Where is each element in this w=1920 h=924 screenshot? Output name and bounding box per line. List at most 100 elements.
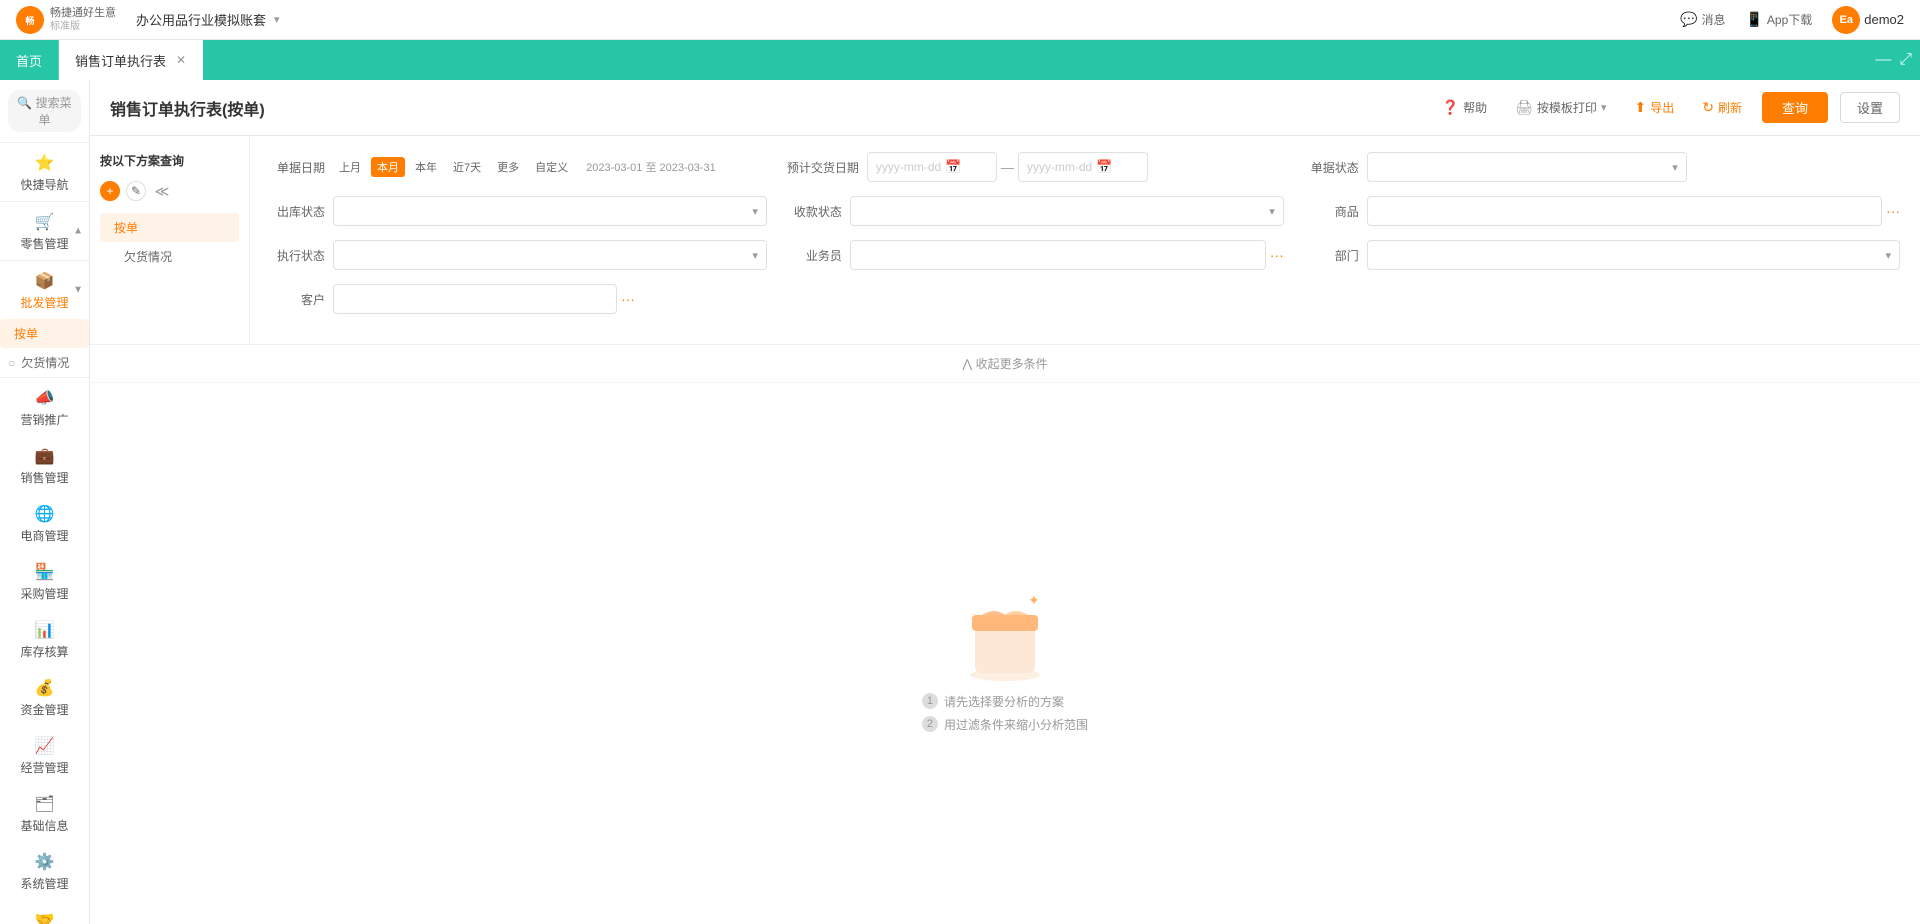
sidebar-item-label: 电商管理 bbox=[20, 527, 68, 544]
delivery-date-to[interactable]: yyyy-mm-dd 📅 bbox=[1018, 152, 1148, 182]
sidebar-item-operations[interactable]: 📈 经营管理 bbox=[0, 726, 89, 784]
filter-field-status: 单据状态 ▾ bbox=[1304, 152, 1900, 182]
salesperson-more-icon[interactable]: ··· bbox=[1270, 247, 1284, 263]
search-input[interactable]: 🔍 搜索菜单 bbox=[8, 90, 81, 132]
page-actions: ❓ 帮助 🖨 按模板打印 ▾ ⬆ 导出 ↻ 刷新 查询 设置 bbox=[1434, 92, 1900, 123]
department-control: ▾ bbox=[1367, 240, 1900, 270]
date-tab-current-year[interactable]: 本年 bbox=[409, 157, 443, 177]
sub-item-label: 欠货情况 bbox=[21, 354, 69, 371]
sidebar-item-finance[interactable]: 💰 资金管理 bbox=[0, 668, 89, 726]
sidebar-item-marketing[interactable]: 📣 营销推广 bbox=[0, 378, 89, 436]
sidebar-item-system[interactable]: ⚙️ 系统管理 bbox=[0, 842, 89, 900]
collapse-chevron-icon: ⋀ bbox=[962, 357, 972, 371]
header-dropdown-icon[interactable]: ▾ bbox=[274, 13, 280, 26]
avatar: Ea bbox=[1832, 6, 1860, 34]
export-button[interactable]: ⬆ 导出 bbox=[1626, 95, 1682, 120]
sidebar-item-inventory[interactable]: 📊 库存核算 bbox=[0, 610, 89, 668]
sub-menu-debt[interactable]: ○ 欠货情况 bbox=[0, 348, 89, 377]
sidebar-item-wholesale[interactable]: 📦 批发管理 ▼ bbox=[0, 261, 89, 319]
date-range-display: 2023-03-01 至 2023-03-31 bbox=[586, 159, 716, 175]
calendar-from-icon: 📅 bbox=[945, 159, 961, 175]
sidebar-item-basic[interactable]: 🗂 基础信息 bbox=[0, 784, 89, 842]
scheme-debt[interactable]: 欠货情况 bbox=[100, 242, 239, 271]
sidebar-item-sales[interactable]: 💼 销售管理 bbox=[0, 436, 89, 494]
order-status-select[interactable]: ▾ bbox=[1367, 152, 1687, 182]
sidebar-item-enterprise[interactable]: 🤝 企业协同 bbox=[0, 900, 89, 924]
department-select[interactable]: ▾ bbox=[1367, 240, 1900, 270]
refresh-button[interactable]: ↻ 刷新 bbox=[1694, 95, 1750, 120]
customer-more-icon[interactable]: ··· bbox=[621, 291, 635, 307]
sales-icon: 💼 bbox=[35, 446, 55, 466]
sidebar-item-ecommerce[interactable]: 🌐 电商管理 bbox=[0, 494, 89, 552]
sidebar-item-label: 批发管理 bbox=[20, 294, 68, 311]
date-filter: 上月 本月 本年 近7天 更多 自定义 2023-03-01 至 2023-03… bbox=[333, 157, 716, 177]
sidebar-item-purchase[interactable]: 🏪 采购管理 bbox=[0, 552, 89, 610]
goods-input[interactable] bbox=[1367, 196, 1882, 226]
delivery-date-from[interactable]: yyyy-mm-dd 📅 bbox=[867, 152, 997, 182]
finance-icon: 💰 bbox=[35, 678, 55, 698]
app-download-button[interactable]: 📱 App下载 bbox=[1745, 11, 1812, 28]
empty-illustration: ✦ · · bbox=[950, 575, 1060, 685]
sidebar-item-retail[interactable]: 🛒 零售管理 ▲ bbox=[0, 202, 89, 260]
customer-control: ··· bbox=[333, 284, 635, 314]
sidebar-item-label: 库存核算 bbox=[20, 643, 68, 660]
date-tab-custom[interactable]: 自定义 bbox=[529, 157, 574, 177]
sidebar-item-quick-nav[interactable]: ⭐ 快捷导航 bbox=[0, 143, 89, 201]
empty-hints: 1 请先选择要分析的方案 2 用过滤条件来缩小分析范围 bbox=[922, 693, 1088, 733]
delivery-date-label: 预计交货日期 bbox=[787, 159, 859, 176]
salesperson-input[interactable] bbox=[850, 240, 1266, 270]
payment-status-select[interactable]: ▾ bbox=[850, 196, 1284, 226]
filter-form: 单据日期 上月 本月 本年 近7天 更多 自定义 bbox=[250, 136, 1920, 344]
message-button[interactable]: 💬 消息 bbox=[1680, 11, 1725, 28]
filter-row-3: 执行状态 ▾ 业务员 bbox=[270, 240, 1900, 270]
order-status-label: 单据状态 bbox=[1304, 159, 1359, 176]
salesperson-control: ··· bbox=[850, 240, 1284, 270]
delivery-status-label: 出库状态 bbox=[270, 203, 325, 220]
settings-button[interactable]: 设置 bbox=[1840, 92, 1900, 123]
tab-home[interactable]: 首页 bbox=[0, 40, 59, 80]
goods-more-icon[interactable]: ··· bbox=[1886, 203, 1900, 219]
tab-minimize-icon[interactable]: — bbox=[1875, 51, 1891, 69]
help-button[interactable]: ❓ 帮助 bbox=[1434, 95, 1495, 120]
goods-control: ··· bbox=[1367, 196, 1900, 226]
sidebar-item-label: 经营管理 bbox=[20, 759, 68, 776]
scheme-press-order[interactable]: 按单 bbox=[100, 213, 239, 242]
date-tab-more[interactable]: 更多 bbox=[491, 157, 525, 177]
date-tab-7days[interactable]: 近7天 bbox=[447, 157, 487, 177]
filter-area: 按以下方案查询 + ✎ ≪ 按单 欠货情况 bbox=[90, 136, 1920, 344]
filter-field-date: 单据日期 上月 本月 本年 近7天 更多 自定义 bbox=[270, 157, 767, 177]
sidebar-search-area[interactable]: 🔍 搜索菜单 bbox=[0, 80, 89, 143]
inventory-icon: 📊 bbox=[35, 620, 55, 640]
collapse-panel-button[interactable]: ≪ bbox=[152, 181, 172, 201]
date-tab-last-month[interactable]: 上月 bbox=[333, 157, 367, 177]
query-button[interactable]: 查询 bbox=[1762, 92, 1828, 123]
tab-sales-order[interactable]: 销售订单执行表 ✕ bbox=[59, 40, 203, 80]
help-icon: ❓ bbox=[1442, 99, 1459, 116]
edit-scheme-button[interactable]: ✎ bbox=[126, 181, 146, 201]
add-scheme-button[interactable]: + bbox=[100, 181, 120, 201]
delivery-status-select[interactable]: ▾ bbox=[333, 196, 767, 226]
tab-close-icon[interactable]: ✕ bbox=[176, 53, 186, 67]
status-control: ▾ bbox=[1367, 152, 1900, 182]
customer-label: 客户 bbox=[270, 291, 325, 308]
filter-row-2: 出库状态 ▾ 收款状态 ▾ bbox=[270, 196, 1900, 226]
filter-row-date: 单据日期 上月 本月 本年 近7天 更多 自定义 bbox=[270, 152, 1900, 182]
user-profile[interactable]: Ea demo2 bbox=[1832, 6, 1904, 34]
operations-icon: 📈 bbox=[35, 736, 55, 756]
sub-menu-press-order[interactable]: 按单 bbox=[0, 319, 89, 348]
filter-field-salesperson: 业务员 ··· bbox=[787, 240, 1284, 270]
marketing-icon: 📣 bbox=[35, 388, 55, 408]
header-right: 💬 消息 📱 App下载 Ea demo2 bbox=[1680, 6, 1904, 34]
execution-status-select[interactable]: ▾ bbox=[333, 240, 767, 270]
collapse-more-button[interactable]: ⋀ 收起更多条件 bbox=[90, 344, 1920, 382]
date-separator: — bbox=[1001, 160, 1014, 175]
sidebar-item-label: 零售管理 bbox=[20, 235, 68, 252]
execution-chevron-icon: ▾ bbox=[752, 249, 758, 262]
customer-input[interactable] bbox=[333, 284, 617, 314]
date-tab-current-month[interactable]: 本月 bbox=[371, 157, 405, 177]
sidebar-item-label: 营销推广 bbox=[20, 411, 68, 428]
scheme-label: 欠货情况 bbox=[124, 248, 172, 265]
print-button[interactable]: 🖨 按模板打印 ▾ bbox=[1507, 95, 1614, 120]
tab-expand-icon[interactable]: ⤢ bbox=[1899, 51, 1912, 69]
download-icon: 📱 bbox=[1745, 11, 1762, 28]
